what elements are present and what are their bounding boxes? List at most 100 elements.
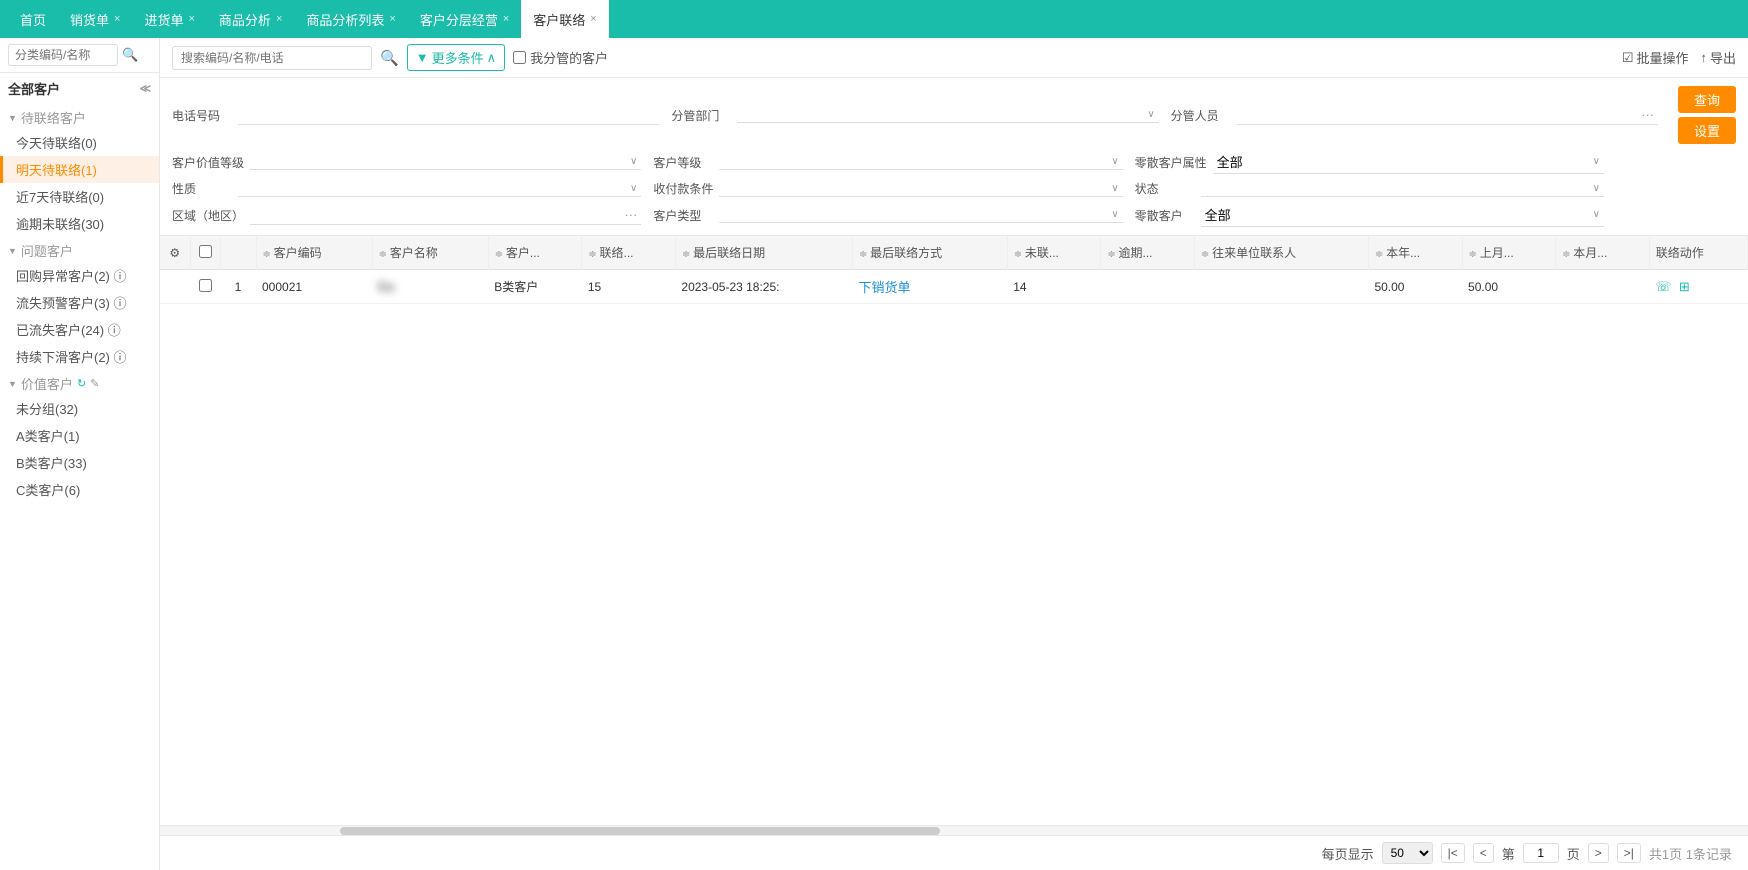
chevron-down-icon: ∨ <box>1111 209 1118 220</box>
sidebar-group-value[interactable]: 价值客户 ↻ ✎ <box>0 370 159 395</box>
th-checkbox[interactable] <box>190 236 220 270</box>
nav-product-analysis-list[interactable]: 商品分析列表 × <box>294 0 407 38</box>
th-last-contact-date[interactable]: 最后联络日期 <box>675 236 852 270</box>
nav-home[interactable]: 首页 <box>8 0 58 38</box>
nav-close-icon[interactable]: × <box>276 13 282 25</box>
select-all-checkbox[interactable] <box>199 245 212 258</box>
nature-select[interactable]: ∨ <box>238 181 641 197</box>
adv-filter-row-4: 区域（地区） ··· 客户类型 ∨ 零散客户 全部∨ <box>172 203 1736 227</box>
sub-person-select[interactable]: ··· <box>1237 105 1658 125</box>
batch-operation-button[interactable]: ☑ 批量操作 <box>1622 48 1689 67</box>
more-icon[interactable]: ··· <box>1641 107 1654 122</box>
nav-close-icon[interactable]: × <box>503 13 509 25</box>
scrollbar-thumb[interactable] <box>340 827 940 835</box>
sidebar-item-c-class[interactable]: C类客户(6) <box>0 476 159 503</box>
sidebar-item-ungrouped[interactable]: 未分组(32) <box>0 395 159 422</box>
more-icon[interactable]: ··· <box>624 207 637 222</box>
nav-sales-order[interactable]: 销货单 × <box>58 0 132 38</box>
sidebar-all-customers[interactable]: 全部客户 ≪ <box>0 73 159 104</box>
edit-icon[interactable]: ✎ <box>90 377 99 390</box>
sidebar-item-b-class[interactable]: B类客户(33) <box>0 449 159 476</box>
sidebar-item-a-class[interactable]: A类客户(1) <box>0 422 159 449</box>
nav-customer-contact[interactable]: 客户联络 × <box>521 0 608 38</box>
th-this-month[interactable]: 本月... <box>1556 236 1650 270</box>
td-last-contact-method[interactable]: 下销货单 <box>853 270 1008 304</box>
nav-close-icon[interactable]: × <box>188 13 194 25</box>
action-phone-icon[interactable]: ☏ <box>1655 279 1671 294</box>
prev-page-button[interactable]: < <box>1473 843 1494 863</box>
nav-close-active-icon[interactable]: × <box>590 13 596 25</box>
customer-level-select[interactable]: ∨ <box>719 154 1122 170</box>
nav-purchase-order[interactable]: 进货单 × <box>132 0 206 38</box>
sidebar-search-icon[interactable]: 🔍 <box>122 47 138 63</box>
horizontal-scrollbar[interactable] <box>160 825 1748 835</box>
sidebar-item-churned[interactable]: 已流失客户(24) ⓘ <box>0 316 159 343</box>
retail-customer-select[interactable]: 全部∨ <box>1201 203 1604 227</box>
nav-close-icon[interactable]: × <box>114 13 120 25</box>
last-contact-method-link[interactable]: 下销货单 <box>859 280 911 295</box>
payment-select[interactable]: ∨ <box>719 181 1122 197</box>
checkbox-icon: ☑ <box>1622 50 1634 66</box>
th-customer-name[interactable]: 客户名称 <box>372 236 488 270</box>
my-customers-check-input[interactable] <box>513 51 526 64</box>
next-page-button[interactable]: > <box>1588 843 1609 863</box>
area-select[interactable]: ··· <box>250 205 641 225</box>
sidebar-item-churn-warning[interactable]: 流失预警客户(3) ⓘ <box>0 289 159 316</box>
query-button[interactable]: 查询 <box>1678 86 1736 113</box>
last-page-button[interactable]: >| <box>1617 843 1641 863</box>
th-last-month[interactable]: 上月... <box>1462 236 1556 270</box>
sidebar-item-repurchase-abnormal[interactable]: 回购异常客户(2) ⓘ <box>0 262 159 289</box>
td-checkbox[interactable] <box>190 270 220 304</box>
first-page-button[interactable]: |< <box>1441 843 1465 863</box>
export-button[interactable]: ↑ 导出 <box>1700 48 1736 67</box>
th-uncontacted[interactable]: 未联... <box>1007 236 1101 270</box>
th-overdue[interactable]: 逾期... <box>1101 236 1195 270</box>
th-this-year[interactable]: 本年... <box>1368 236 1462 270</box>
sidebar-item-today-contact[interactable]: 今天待联络(0) <box>0 129 159 156</box>
nav-product-analysis[interactable]: 商品分析 × <box>207 0 294 38</box>
customer-value-select[interactable]: ∨ <box>250 154 641 170</box>
adv-filter-row-3: 性质 ∨ 收付款条件 ∨ 状态 ∨ <box>172 180 1736 197</box>
my-customers-checkbox[interactable]: 我分管的客户 <box>513 48 608 67</box>
status-select[interactable]: ∨ <box>1201 181 1604 197</box>
refresh-icon[interactable]: ↻ <box>77 377 86 390</box>
sub-dept-select[interactable]: ∨ <box>737 107 1158 123</box>
sidebar-item-overdue-contact[interactable]: 逾期未联络(30) <box>0 210 159 237</box>
page-input[interactable] <box>1523 843 1559 863</box>
sidebar-search-input[interactable] <box>8 44 118 66</box>
td-last-month: 50.00 <box>1462 270 1556 304</box>
td-code: 000021 <box>256 270 372 304</box>
row-checkbox[interactable] <box>199 279 212 292</box>
bottom-bar: 每页显示 50 100 200 |< < 第 页 > >| 共1页 1条记录 <box>160 835 1748 870</box>
search-input[interactable] <box>172 46 372 70</box>
sidebar-item-tomorrow-contact[interactable]: 明天待联络(1) <box>0 156 159 183</box>
th-settings[interactable]: ⚙ <box>160 236 190 270</box>
sidebar-item-declining[interactable]: 持续下滑客户(2) ⓘ <box>0 343 159 370</box>
th-last-contact-method[interactable]: 最后联络方式 <box>853 236 1008 270</box>
payment-label: 收付款条件 <box>653 180 713 197</box>
per-page-label: 每页显示 <box>1322 844 1374 863</box>
settings-button[interactable]: 设置 <box>1678 117 1736 144</box>
retail-attr-select[interactable]: 全部∨ <box>1213 150 1604 174</box>
action-qr-icon[interactable]: ⊞ <box>1679 279 1690 294</box>
per-page-select[interactable]: 50 100 200 <box>1382 842 1433 864</box>
chevron-down-icon: ∨ <box>1593 156 1600 167</box>
sidebar-item-7day-contact[interactable]: 近7天待联络(0) <box>0 183 159 210</box>
nav-customer-tier[interactable]: 客户分层经营 × <box>408 0 521 38</box>
sidebar-group-problem[interactable]: 问题客户 <box>0 237 159 262</box>
td-uncontacted: 14 <box>1007 270 1101 304</box>
customer-type-select[interactable]: ∨ <box>719 207 1122 223</box>
th-customer-code[interactable]: 客户编码 <box>256 236 372 270</box>
sidebar-group-pending[interactable]: 待联络客户 <box>0 104 159 129</box>
filter-bar: 🔍 ▼ 更多条件 ∧ 我分管的客户 ☑ 批量操作 ↑ 导出 <box>160 38 1748 78</box>
th-customer-type[interactable]: 客户... <box>488 236 582 270</box>
nav-close-icon[interactable]: × <box>389 13 395 25</box>
more-conditions-button[interactable]: ▼ 更多条件 ∧ <box>407 44 505 71</box>
phone-input[interactable] <box>238 106 659 125</box>
content-area: 🔍 ▼ 更多条件 ∧ 我分管的客户 ☑ 批量操作 ↑ 导出 <box>160 38 1748 870</box>
th-unit-contact[interactable]: 往来单位联系人 <box>1194 236 1368 270</box>
search-button[interactable]: 🔍 <box>380 49 399 67</box>
th-contacts[interactable]: 联络... <box>582 236 676 270</box>
customer-name-blurred: Ea <box>378 279 394 294</box>
chevron-down-icon: ∨ <box>630 156 637 167</box>
